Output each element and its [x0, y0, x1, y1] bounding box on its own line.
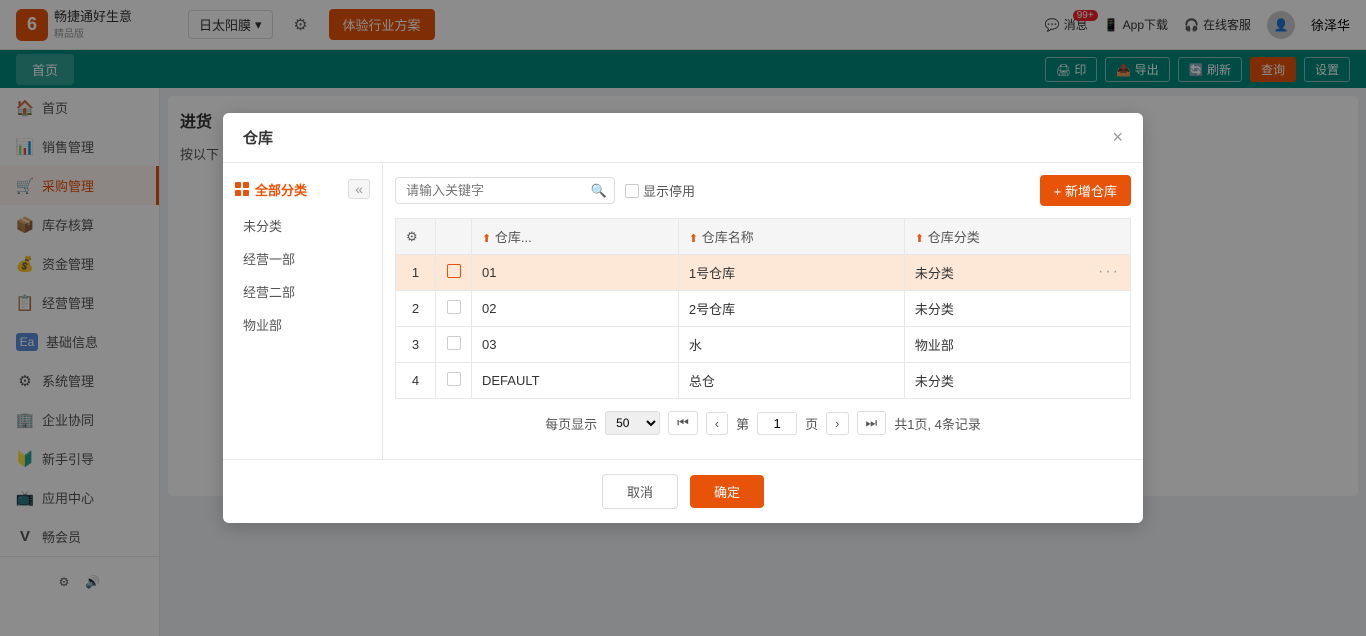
show-disabled-label: 显示停用: [643, 181, 695, 200]
dialog-body: 全部分类 « 未分类 经营一部 经营二部 物业部 🔍: [223, 163, 1143, 459]
warehouse-table: ⚙ ⬆ 仓库... ⬆ 仓库名称 ⬆: [395, 218, 1131, 399]
show-disabled-toggle[interactable]: 显示停用: [625, 181, 695, 200]
category-collapse-btn[interactable]: «: [348, 179, 370, 199]
per-page-label: 每页显示: [545, 414, 597, 433]
row-category: 未分类: [904, 291, 1130, 327]
sort-icon-cat: ⬆: [915, 233, 924, 245]
th-settings: ⚙: [396, 219, 436, 255]
table-header-row: ⚙ ⬆ 仓库... ⬆ 仓库名称 ⬆: [396, 219, 1131, 255]
all-category-btn[interactable]: 全部分类: [235, 180, 307, 199]
prev-page-btn[interactable]: ‹: [706, 412, 728, 435]
all-category-label: 全部分类: [255, 180, 307, 199]
th-name: ⬆ 仓库名称: [678, 219, 904, 255]
row-category: 物业部: [904, 327, 1130, 363]
row-category: 未分类: [904, 363, 1130, 399]
total-info: 共1页, 4条记录: [894, 414, 981, 433]
dialog-title: 仓库: [243, 127, 273, 148]
row-checkbox[interactable]: [436, 363, 472, 399]
last-page-btn[interactable]: ⏭: [857, 411, 887, 435]
add-warehouse-btn[interactable]: + 新增仓库: [1040, 175, 1131, 206]
category-item-dept1[interactable]: 经营一部: [223, 242, 382, 275]
row-code: 01: [472, 255, 679, 291]
table-row[interactable]: 1 01 1号仓库 未分类···: [396, 255, 1131, 291]
row-code: DEFAULT: [472, 363, 679, 399]
search-icon[interactable]: 🔍: [591, 183, 607, 199]
row-checkbox[interactable]: [436, 255, 472, 291]
row-num: 2: [396, 291, 436, 327]
row-name: 1号仓库: [678, 255, 904, 291]
category-item-unclassified[interactable]: 未分类: [223, 209, 382, 242]
next-page-btn[interactable]: ›: [826, 412, 848, 435]
row-category: 未分类···: [904, 255, 1130, 291]
row-num: 1: [396, 255, 436, 291]
row-name: 2号仓库: [678, 291, 904, 327]
category-item-property[interactable]: 物业部: [223, 308, 382, 341]
table-row[interactable]: 2 02 2号仓库 未分类: [396, 291, 1131, 327]
search-wrapper: 🔍: [395, 177, 615, 204]
table-row[interactable]: 3 03 水 物业部: [396, 327, 1131, 363]
th-code: ⬆ 仓库...: [472, 219, 679, 255]
row-name: 水: [678, 327, 904, 363]
row-checkbox[interactable]: [436, 327, 472, 363]
table-panel: 🔍 显示停用 + 新增仓库 ⚙ ⬆: [383, 163, 1143, 459]
grid-icon: [235, 182, 249, 196]
row-name: 总仓: [678, 363, 904, 399]
category-panel: 全部分类 « 未分类 经营一部 经营二部 物业部: [223, 163, 383, 459]
table-body: 1 01 1号仓库 未分类··· 2 02 2号仓库 未分类 3 03 水 物业…: [396, 255, 1131, 399]
sort-icon-name: ⬆: [689, 233, 698, 245]
page-number-input[interactable]: [757, 412, 797, 435]
th-category: ⬆ 仓库分类: [904, 219, 1130, 255]
th-checkbox: [436, 219, 472, 255]
page-unit: 页: [805, 414, 818, 433]
table-toolbar: 🔍 显示停用 + 新增仓库: [395, 175, 1131, 206]
dialog-overlay: 仓库 × 全部分类 «: [0, 0, 1366, 636]
first-page-btn[interactable]: ⏮: [668, 411, 698, 435]
close-icon[interactable]: ×: [1112, 127, 1123, 148]
row-checkbox[interactable]: [436, 291, 472, 327]
row-code: 03: [472, 327, 679, 363]
warehouse-dialog: 仓库 × 全部分类 «: [223, 113, 1143, 523]
category-item-dept2[interactable]: 经营二部: [223, 275, 382, 308]
show-disabled-checkbox[interactable]: [625, 184, 639, 198]
cancel-button[interactable]: 取消: [602, 474, 678, 509]
search-input[interactable]: [395, 177, 615, 204]
row-num: 4: [396, 363, 436, 399]
per-page-select[interactable]: 50 10 20 100: [605, 411, 660, 435]
row-num: 3: [396, 327, 436, 363]
sort-icon-code: ⬆: [482, 233, 491, 245]
table-row[interactable]: 4 DEFAULT 总仓 未分类: [396, 363, 1131, 399]
dialog-header: 仓库 ×: [223, 113, 1143, 163]
category-header: 全部分类 «: [223, 173, 382, 209]
row-code: 02: [472, 291, 679, 327]
confirm-button[interactable]: 确定: [690, 475, 764, 508]
pagination: 每页显示 50 10 20 100 ⏮ ‹ 第 页 › ⏭ 共1页, 4条记录: [395, 399, 1131, 447]
page-prefix: 第: [736, 414, 749, 433]
dialog-footer: 取消 确定: [223, 459, 1143, 523]
